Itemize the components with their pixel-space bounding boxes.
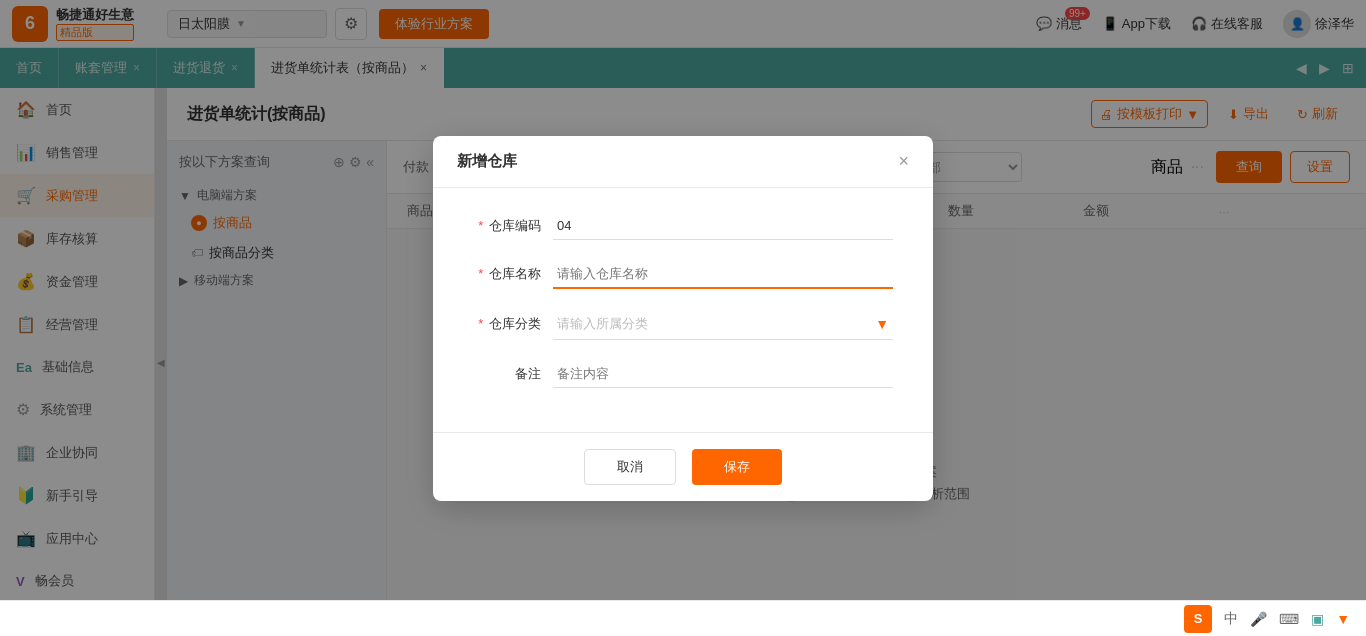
code-required-mark: * [478,218,483,233]
keyboard-icon[interactable]: ⌨ [1279,611,1299,627]
arrow-icon[interactable]: ▼ [1336,611,1350,627]
form-row-note: 备注 [473,360,893,388]
dialog-footer: 取消 保存 [433,432,933,501]
category-dropdown-arrow: ▼ [875,316,889,332]
microphone-icon[interactable]: 🎤 [1250,611,1267,627]
category-label: * 仓库分类 [473,315,553,333]
chinese-input-icon[interactable]: 中 [1224,610,1238,628]
dialog-header: 新增仓库 × [433,136,933,188]
dialog-close-button[interactable]: × [898,152,909,170]
bottom-logo-button[interactable]: S [1184,605,1212,633]
category-placeholder: 请输入所属分类 [557,315,875,333]
save-button[interactable]: 保存 [692,449,782,485]
dialog-title: 新增仓库 [457,152,517,171]
cancel-button[interactable]: 取消 [584,449,676,485]
note-label: 备注 [473,365,553,383]
warehouse-note-input[interactable] [553,360,893,388]
warehouse-category-select[interactable]: 请输入所属分类 ▼ [553,309,893,340]
name-label: * 仓库名称 [473,265,553,283]
grid-icon[interactable]: ▣ [1311,611,1324,627]
bottom-status-bar: S 中 🎤 ⌨ ▣ ▼ [0,600,1366,636]
new-warehouse-dialog: 新增仓库 × * 仓库编码 * 仓库名称 [433,136,933,501]
name-required-mark: * [478,266,483,281]
form-row-code: * 仓库编码 [473,212,893,240]
form-row-name: * 仓库名称 [473,260,893,289]
warehouse-code-input[interactable] [553,212,893,240]
dialog-body: * 仓库编码 * 仓库名称 * 仓库分类 请输入 [433,188,933,432]
code-label: * 仓库编码 [473,217,553,235]
category-required-mark: * [478,316,483,331]
form-row-category: * 仓库分类 请输入所属分类 ▼ [473,309,893,340]
warehouse-name-input[interactable] [553,260,893,289]
modal-overlay: 新增仓库 × * 仓库编码 * 仓库名称 [0,0,1366,636]
